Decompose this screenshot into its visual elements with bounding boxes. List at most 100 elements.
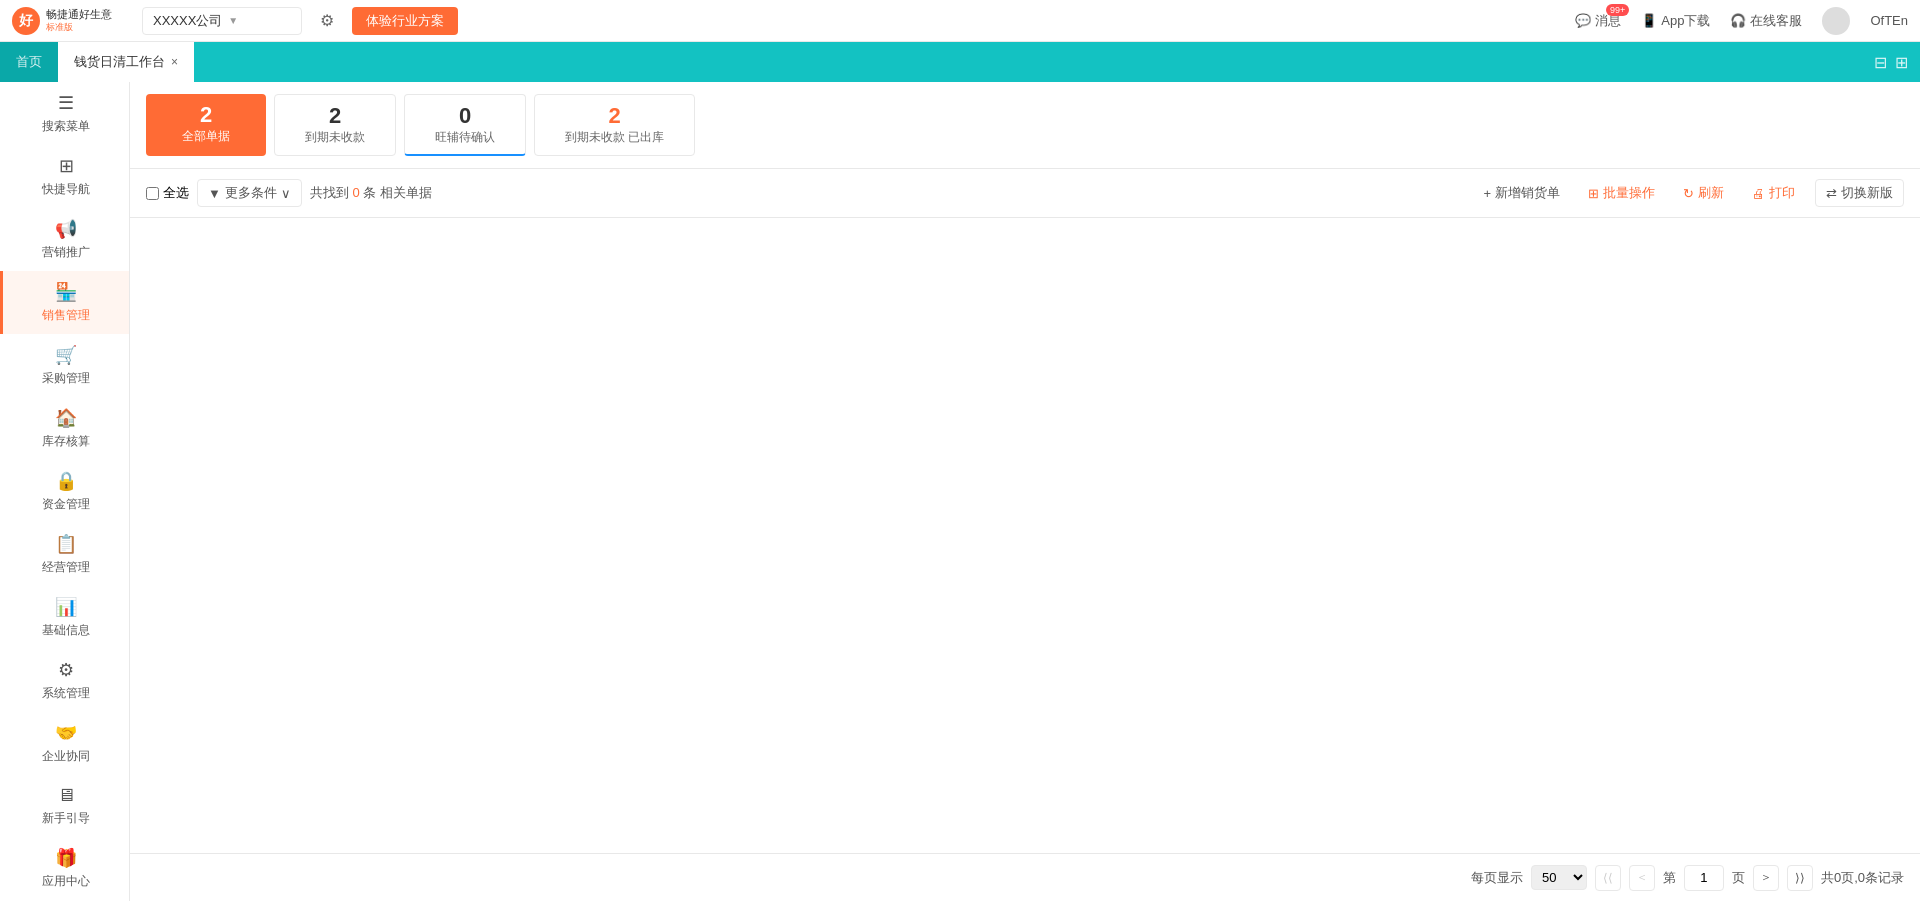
toolbar: 全选 ▼ 更多条件 ∨ 共找到 0 条 相关单据 + 新增销货单 ⊞ — [130, 169, 1920, 218]
more-filter-button[interactable]: ▼ 更多条件 ∨ — [197, 179, 302, 207]
stat-card-overdue[interactable]: 2 到期未收款 — [274, 94, 396, 156]
settings-button[interactable]: ⚙ — [312, 7, 342, 34]
per-page-select[interactable]: 50 100 200 — [1531, 865, 1587, 890]
sidebar-item-basic[interactable]: 📊 基础信息 — [0, 586, 129, 649]
sidebar-item-basic-label: 基础信息 — [42, 622, 90, 639]
tab-maximize-icon[interactable]: ⊞ — [1895, 53, 1908, 72]
service-icon: 🎧 — [1730, 13, 1746, 28]
sidebar-item-marketing-label: 营销推广 — [42, 244, 90, 261]
sidebar-item-corp-label: 企业协同 — [42, 748, 90, 765]
user-name: OfTEn — [1870, 13, 1908, 28]
select-all-checkbox[interactable]: 全选 — [146, 184, 189, 202]
logo-text: 畅捷通好生意 — [46, 7, 112, 21]
company-name: XXXXX公司 — [153, 12, 222, 30]
company-selector[interactable]: XXXXX公司 ▼ — [142, 7, 302, 35]
nav-tabs-right: ⊟ ⊞ — [1874, 53, 1920, 72]
sidebar-item-quicknav-label: 快捷导航 — [42, 181, 90, 198]
chevron-down-icon: ▼ — [228, 15, 238, 26]
switch-version-button[interactable]: ⇄ 切换新版 — [1815, 179, 1904, 207]
message-icon: 💬 — [1575, 13, 1591, 28]
prev-page-button[interactable]: ＜ — [1629, 865, 1655, 891]
pagination-bar: 每页显示 50 100 200 ⟨⟨ ＜ 第 页 ＞ ⟩⟩ 共0页,0条记录 — [130, 853, 1920, 901]
filter-icon: ▼ — [208, 186, 221, 201]
online-service-button[interactable]: 🎧 在线客服 — [1730, 12, 1802, 30]
avatar[interactable] — [1822, 7, 1850, 35]
main-layout: ☰ 搜索菜单 ⊞ 快捷导航 📢 营销推广 🏪 销售管理 🛒 采购管理 🏠 库存核… — [0, 82, 1920, 901]
filter-chevron-icon: ∨ — [281, 186, 291, 201]
page-label: 第 — [1663, 869, 1676, 887]
batch-button[interactable]: ⊞ 批量操作 — [1580, 180, 1663, 206]
sidebar-item-marketing[interactable]: 📢 营销推广 — [0, 208, 129, 271]
app-download-button[interactable]: 📱 App下载 — [1641, 12, 1710, 30]
message-badge: 99+ — [1606, 4, 1629, 16]
switch-label: 切换新版 — [1841, 184, 1893, 202]
last-page-button[interactable]: ⟩⟩ — [1787, 865, 1813, 891]
first-page-button[interactable]: ⟨⟨ — [1595, 865, 1621, 891]
finance-icon: 🔒 — [55, 470, 77, 492]
sidebar-item-system[interactable]: ⚙ 系统管理 — [0, 649, 129, 712]
select-all-input[interactable] — [146, 187, 159, 200]
tab-home[interactable]: 首页 — [0, 42, 58, 82]
plus-icon: + — [1483, 186, 1491, 201]
tab-qianhuoriqing[interactable]: 钱货日清工作台 × — [58, 42, 194, 82]
sidebar: ☰ 搜索菜单 ⊞ 快捷导航 📢 营销推广 🏪 销售管理 🛒 采购管理 🏠 库存核… — [0, 82, 130, 901]
page-input[interactable] — [1684, 865, 1724, 891]
sidebar-item-inventory[interactable]: 🏠 库存核算 — [0, 397, 129, 460]
filter-label: 更多条件 — [225, 184, 277, 202]
table-area — [130, 218, 1920, 853]
related-label: 相关单据 — [380, 185, 432, 200]
sidebar-item-guide[interactable]: 🖥 新手引导 — [0, 775, 129, 837]
stat-all-number: 2 — [200, 102, 212, 128]
sidebar-item-guide-label: 新手引导 — [42, 810, 90, 827]
basic-icon: 📊 — [55, 596, 77, 618]
stat-card-all[interactable]: 2 全部单据 — [146, 94, 266, 156]
refresh-icon: ↻ — [1683, 186, 1694, 201]
sidebar-item-corp[interactable]: 🤝 企业协同 — [0, 712, 129, 775]
sidebar-item-system-label: 系统管理 — [42, 685, 90, 702]
sidebar-item-purchase-label: 采购管理 — [42, 370, 90, 387]
page-unit: 页 — [1732, 869, 1745, 887]
sidebar-item-purchase[interactable]: 🛒 采购管理 — [0, 334, 129, 397]
per-page-label: 每页显示 — [1471, 869, 1523, 887]
logo-icon: 好 — [12, 7, 40, 35]
found-unit: 条 — [363, 185, 376, 200]
header-right: 💬 消息 99+ 📱 App下载 🎧 在线客服 OfTEn — [1575, 7, 1908, 35]
system-icon: ⚙ — [58, 659, 74, 681]
next-page-button[interactable]: ＞ — [1753, 865, 1779, 891]
tab-home-label: 首页 — [16, 53, 42, 71]
search-menu-icon: ☰ — [58, 92, 74, 114]
download-icon: 📱 — [1641, 13, 1657, 28]
stat-overdue-shipped-number: 2 — [609, 103, 621, 129]
purchase-icon: 🛒 — [55, 344, 77, 366]
sidebar-item-sales[interactable]: 🏪 销售管理 — [0, 271, 129, 334]
online-service-label: 在线客服 — [1750, 12, 1802, 30]
refresh-button[interactable]: ↻ 刷新 — [1675, 180, 1732, 206]
stat-all-label: 全部单据 — [182, 128, 230, 145]
found-count-number: 0 — [353, 185, 360, 200]
trial-button[interactable]: 体验行业方案 — [352, 7, 458, 35]
tab-minimize-icon[interactable]: ⊟ — [1874, 53, 1887, 72]
sidebar-item-apps-label: 应用中心 — [42, 873, 90, 890]
sidebar-item-finance[interactable]: 🔒 资金管理 — [0, 460, 129, 523]
tab-qianhuoriqing-label: 钱货日清工作台 — [74, 53, 165, 71]
sidebar-item-sales-label: 销售管理 — [42, 307, 90, 324]
stats-row: 2 全部单据 2 到期未收款 0 旺辅待确认 2 到期未收款 已出库 — [130, 82, 1920, 169]
sidebar-item-operation[interactable]: 📋 经营管理 — [0, 523, 129, 586]
new-order-label: 新增销货单 — [1495, 184, 1560, 202]
stat-card-overdue-shipped[interactable]: 2 到期未收款 已出库 — [534, 94, 695, 156]
sidebar-item-quicknav[interactable]: ⊞ 快捷导航 — [0, 145, 129, 208]
toolbar-right: + 新增销货单 ⊞ 批量操作 ↻ 刷新 🖨 打印 ⇄ 切换新版 — [1475, 179, 1904, 207]
tab-close-icon[interactable]: × — [171, 55, 178, 69]
nav-tabs-bar: 首页 钱货日清工作台 × ⊟ ⊞ — [0, 42, 1920, 82]
stat-overdue-label: 到期未收款 — [305, 129, 365, 146]
new-order-button[interactable]: + 新增销货单 — [1475, 180, 1568, 206]
print-button[interactable]: 🖨 打印 — [1744, 180, 1803, 206]
batch-icon: ⊞ — [1588, 186, 1599, 201]
top-header: 好 畅捷通好生意 标准版 XXXXX公司 ▼ ⚙ 体验行业方案 💬 消息 99+… — [0, 0, 1920, 42]
stat-card-wangfu[interactable]: 0 旺辅待确认 — [404, 94, 526, 156]
sidebar-item-apps[interactable]: 🎁 应用中心 — [0, 837, 129, 900]
sidebar-item-operation-label: 经营管理 — [42, 559, 90, 576]
logo-area: 好 畅捷通好生意 标准版 — [12, 7, 142, 35]
sidebar-item-search[interactable]: ☰ 搜索菜单 — [0, 82, 129, 145]
message-button[interactable]: 💬 消息 99+ — [1575, 12, 1621, 30]
